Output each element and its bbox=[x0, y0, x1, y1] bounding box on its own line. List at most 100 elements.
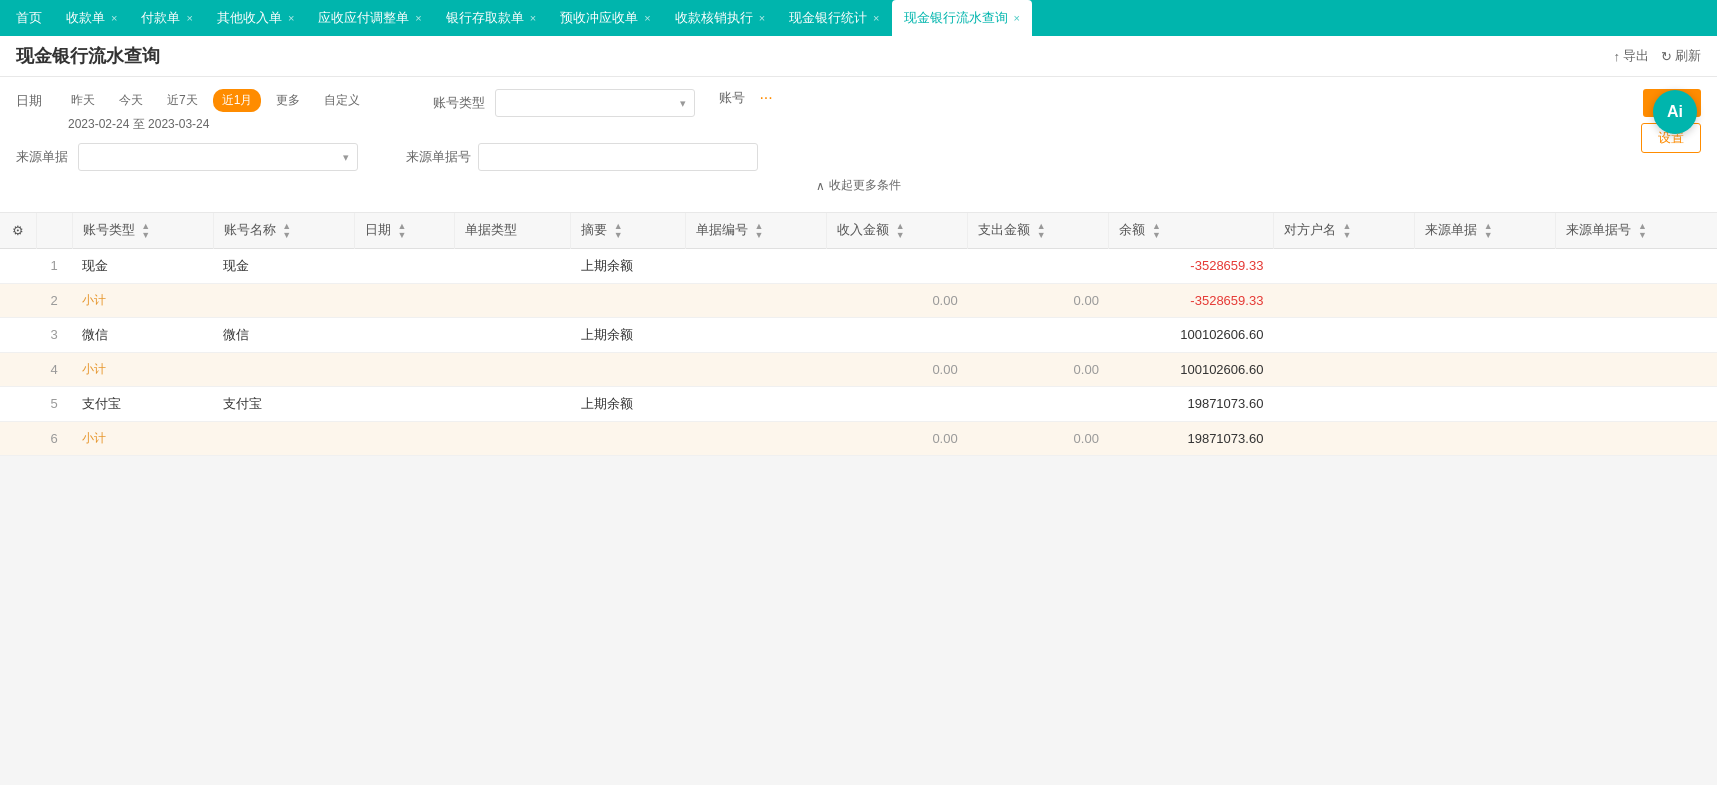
page-title: 现金银行流水查询 bbox=[16, 44, 160, 68]
row-source-doc bbox=[1415, 283, 1556, 317]
row-source-doc bbox=[1415, 317, 1556, 352]
column-balance[interactable]: 余额 ▲▼ bbox=[1109, 213, 1273, 248]
column-account-name[interactable]: 账号名称 ▲▼ bbox=[213, 213, 354, 248]
nav-bank-flow[interactable]: 现金银行流水查询 × bbox=[892, 0, 1032, 36]
source-doc-select[interactable]: ▾ bbox=[78, 143, 358, 171]
table-row: 2小计0.000.00-3528659.33 bbox=[0, 283, 1717, 317]
row-account-type: 支付宝 bbox=[72, 386, 213, 421]
balance-col-label: 余额 bbox=[1119, 222, 1145, 237]
nav-adjustment[interactable]: 应收应付调整单 × bbox=[306, 0, 433, 36]
table-row: 1现金现金上期余额-3528659.33 bbox=[0, 248, 1717, 283]
row-account-type: 小计 bbox=[72, 421, 213, 455]
row-expense: 0.00 bbox=[968, 283, 1109, 317]
column-index bbox=[36, 213, 72, 248]
date-btn-custom[interactable]: 自定义 bbox=[315, 89, 369, 112]
collapse-filters-button[interactable]: ∧ 收起更多条件 bbox=[16, 171, 1701, 200]
close-icon[interactable]: × bbox=[415, 0, 421, 36]
account-type-select[interactable]: ▾ bbox=[495, 89, 695, 117]
row-account-type: 小计 bbox=[72, 352, 213, 386]
row-account-name bbox=[213, 421, 354, 455]
ai-assistant-button[interactable]: Ai bbox=[1653, 90, 1697, 134]
source-doc-no-input[interactable] bbox=[478, 143, 758, 171]
row-account-type: 现金 bbox=[72, 248, 213, 283]
table-row: 6小计0.000.0019871073.60 bbox=[0, 421, 1717, 455]
row-gear-cell bbox=[0, 317, 36, 352]
column-doc-no[interactable]: 单据编号 ▲▼ bbox=[685, 213, 826, 248]
row-balance: -3528659.33 bbox=[1109, 283, 1273, 317]
date-btn-yesterday[interactable]: 昨天 bbox=[62, 89, 104, 112]
column-counterparty[interactable]: 对方户名 ▲▼ bbox=[1273, 213, 1414, 248]
row-income: 0.00 bbox=[827, 283, 968, 317]
column-date[interactable]: 日期 ▲▼ bbox=[354, 213, 454, 248]
counterparty-col-label: 对方户名 bbox=[1284, 222, 1336, 237]
column-expense[interactable]: 支出金额 ▲▼ bbox=[968, 213, 1109, 248]
close-icon[interactable]: × bbox=[644, 0, 650, 36]
table-row: 3微信微信上期余额100102606.60 bbox=[0, 317, 1717, 352]
column-income[interactable]: 收入金额 ▲▼ bbox=[827, 213, 968, 248]
source-doc-no-label: 来源单据号 bbox=[406, 148, 472, 166]
sort-icon: ▲▼ bbox=[1343, 222, 1352, 240]
nav-home[interactable]: 首页 bbox=[4, 0, 54, 36]
row-gear-cell bbox=[0, 248, 36, 283]
row-counterparty bbox=[1273, 248, 1414, 283]
date-options: 昨天 今天 近7天 近1月 更多 自定义 bbox=[62, 89, 369, 112]
close-icon[interactable]: × bbox=[111, 0, 117, 36]
row-doc-no bbox=[685, 352, 826, 386]
row-account-type: 微信 bbox=[72, 317, 213, 352]
column-summary[interactable]: 摘要 ▲▼ bbox=[571, 213, 686, 248]
row-date bbox=[354, 283, 454, 317]
row-index: 1 bbox=[36, 248, 72, 283]
close-icon[interactable]: × bbox=[288, 0, 294, 36]
row-expense: 0.00 bbox=[968, 352, 1109, 386]
table-row: 4小计0.000.00100102606.60 bbox=[0, 352, 1717, 386]
close-icon[interactable]: × bbox=[1014, 0, 1020, 36]
date-btn-1month[interactable]: 近1月 bbox=[213, 89, 262, 112]
account-type-label: 账号类型 bbox=[433, 94, 489, 112]
column-source-doc-no[interactable]: 来源单据号 ▲▼ bbox=[1556, 213, 1717, 248]
refresh-button[interactable]: ↻ 刷新 bbox=[1661, 47, 1701, 65]
header-actions: ↑ 导出 ↻ 刷新 bbox=[1614, 47, 1702, 65]
nav-collection[interactable]: 收款核销执行 × bbox=[663, 0, 777, 36]
close-icon[interactable]: × bbox=[759, 0, 765, 36]
row-expense bbox=[968, 386, 1109, 421]
nav-bank-stats[interactable]: 现金银行统计 × bbox=[777, 0, 891, 36]
row-doc-no bbox=[685, 248, 826, 283]
export-button[interactable]: ↑ 导出 bbox=[1614, 47, 1650, 65]
nav-receipt[interactable]: 收款单 × bbox=[54, 0, 129, 36]
filter-area: 日期 昨天 今天 近7天 近1月 更多 自定义 2023-02-24 至 202… bbox=[0, 77, 1717, 213]
doc-type-col-label: 单据类型 bbox=[465, 222, 517, 237]
nav-other-income[interactable]: 其他收入单 × bbox=[205, 0, 306, 36]
row-account-name: 支付宝 bbox=[213, 386, 354, 421]
row-doc-no bbox=[685, 386, 826, 421]
account-more-button[interactable]: ··· bbox=[755, 89, 776, 107]
row-balance: 100102606.60 bbox=[1109, 317, 1273, 352]
date-btn-today[interactable]: 今天 bbox=[110, 89, 152, 112]
source-doc-col-label: 来源单据 bbox=[1425, 222, 1477, 237]
row-date bbox=[354, 317, 454, 352]
column-account-type[interactable]: 账号类型 ▲▼ bbox=[72, 213, 213, 248]
row-counterparty bbox=[1273, 317, 1414, 352]
row-income bbox=[827, 386, 968, 421]
row-income: 0.00 bbox=[827, 352, 968, 386]
column-source-doc[interactable]: 来源单据 ▲▼ bbox=[1415, 213, 1556, 248]
nav-payment[interactable]: 付款单 × bbox=[129, 0, 204, 36]
row-source-doc-no bbox=[1556, 386, 1717, 421]
date-btn-7days[interactable]: 近7天 bbox=[158, 89, 207, 112]
date-btn-more[interactable]: 更多 bbox=[267, 89, 309, 112]
row-doc-type bbox=[454, 352, 570, 386]
row-index: 3 bbox=[36, 317, 72, 352]
sort-icon: ▲▼ bbox=[1638, 222, 1647, 240]
sort-icon: ▲▼ bbox=[896, 222, 905, 240]
nav-prepay[interactable]: 预收冲应收单 × bbox=[548, 0, 662, 36]
table-body: 1现金现金上期余额-3528659.332小计0.000.00-3528659.… bbox=[0, 248, 1717, 455]
close-icon[interactable]: × bbox=[186, 0, 192, 36]
close-icon[interactable]: × bbox=[530, 0, 536, 36]
sort-icon: ▲▼ bbox=[1037, 222, 1046, 240]
close-icon[interactable]: × bbox=[873, 0, 879, 36]
row-index: 4 bbox=[36, 352, 72, 386]
row-doc-type bbox=[454, 248, 570, 283]
row-doc-type bbox=[454, 317, 570, 352]
row-source-doc-no bbox=[1556, 248, 1717, 283]
nav-bank-deposit[interactable]: 银行存取款单 × bbox=[434, 0, 548, 36]
column-settings[interactable]: ⚙ bbox=[0, 213, 36, 248]
